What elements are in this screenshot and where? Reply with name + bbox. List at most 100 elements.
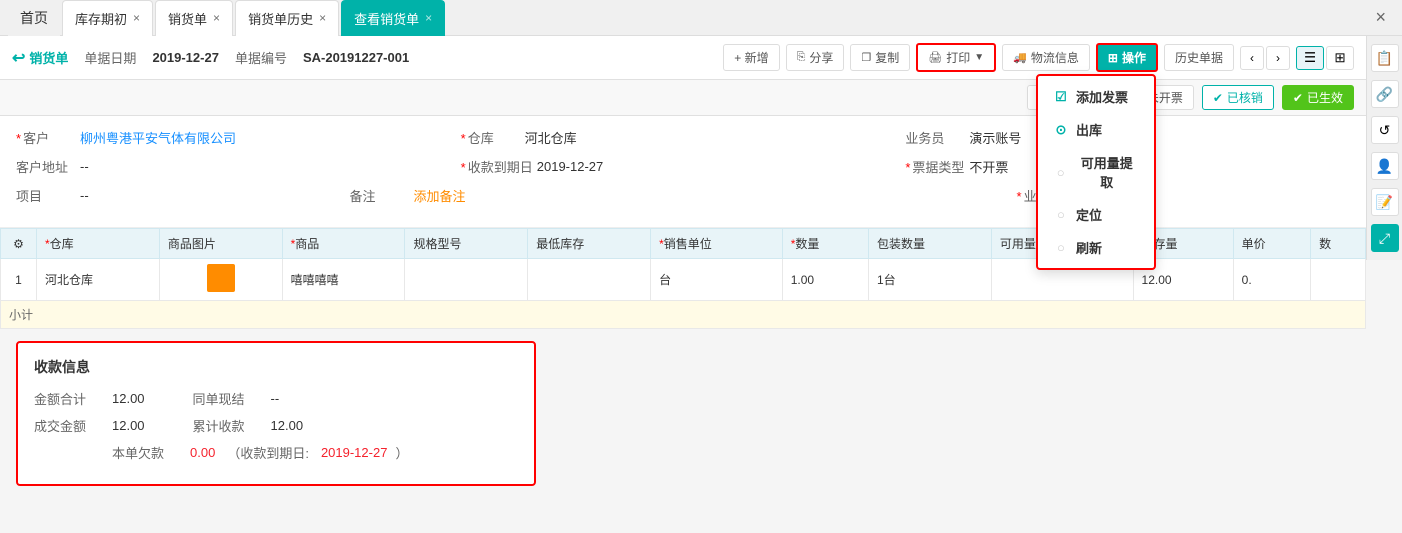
pagination-buttons: ‹ › [1240, 46, 1290, 70]
dropdown-item-outbound[interactable]: ⊙ 出库 [1038, 113, 1154, 146]
customer-value[interactable]: 柳州粤港平安气体有限公司 [80, 128, 236, 147]
due-date-bracket-close: ） [395, 443, 408, 462]
payment-item-amount: 金额合计 12.00 [34, 389, 145, 408]
tab-sales-close[interactable]: × [213, 11, 220, 25]
btn-history-label: 历史单据 [1175, 49, 1223, 66]
tab-sales[interactable]: 销货单 × [155, 0, 233, 36]
btn-copy-label: 复制 [875, 49, 899, 66]
right-btn-link[interactable]: 🔗 [1371, 80, 1399, 108]
customer-label: 客户 [16, 128, 76, 147]
btn-operate[interactable]: ⊞ 操作 ☑ 添加发票 ⊙ 出库 ○ [1096, 43, 1158, 72]
btn-new[interactable]: + 新增 [723, 44, 779, 71]
cell-pack-qty: 1台 [869, 259, 992, 301]
cell-amount [1311, 259, 1366, 301]
tab-inventory-close[interactable]: × [133, 11, 140, 25]
dropdown-outbound-label: 出库 [1076, 120, 1102, 139]
current-owe-label: 本单欠款 [112, 443, 182, 462]
total-received-value: 12.00 [271, 418, 304, 433]
dropdown-item-locate[interactable]: ○ 定位 [1038, 198, 1154, 231]
col-price: 单价 [1233, 229, 1310, 259]
right-btn-user[interactable]: 👤 [1371, 152, 1399, 180]
btn-share[interactable]: ⎘ 分享 [786, 44, 845, 71]
payment-title: 收款信息 [34, 357, 518, 377]
right-btn-note[interactable]: 📝 [1371, 188, 1399, 216]
btn-effective[interactable]: ✔ 已生效 [1282, 85, 1354, 110]
btn-history[interactable]: 历史单据 [1164, 44, 1234, 71]
warehouse-value: 河北仓库 [525, 128, 577, 147]
address-label: 客户地址 [16, 157, 76, 176]
right-btn-refresh[interactable]: ↺ [1371, 116, 1399, 144]
col-img: 商品图片 [159, 229, 282, 259]
dropdown-item-invoice[interactable]: ☑ 添加发票 [1038, 80, 1154, 113]
amount-label: 金额合计 [34, 389, 104, 408]
payment-info-box: 收款信息 金额合计 12.00 同单现结 -- 成交金额 12.00 累计收款 [16, 341, 536, 486]
table-row: 1 河北仓库 嘻嘻嘻嘻 台 1.00 1台 12.00 0. [1, 259, 1366, 301]
col-product: *商品 [282, 229, 405, 259]
tab-bar: 首页 库存期初 × 销货单 × 销货单历史 × 查看销货单 × × [0, 0, 1402, 36]
add-note-btn[interactable]: 添加备注 [414, 186, 466, 205]
cell-img [159, 259, 282, 301]
tab-view-sales-close[interactable]: × [425, 11, 432, 25]
btn-logistics[interactable]: 🚚 物流信息 [1002, 44, 1090, 71]
deal-amount-label: 成交金额 [34, 416, 104, 435]
payment-item-received: 累计收款 12.00 [193, 416, 304, 435]
btn-share-label: 分享 [809, 49, 833, 66]
btn-confirmed[interactable]: ✔ 已核销 [1202, 85, 1274, 110]
no-value: SA-20191227-001 [303, 50, 409, 65]
current-owe-value: 0.00 [190, 445, 215, 460]
col-gear[interactable]: ⚙ [1, 229, 37, 259]
radio-icon-outbound: ⊙ [1054, 123, 1068, 137]
btn-print[interactable]: 🖨 打印 ▼ [916, 43, 996, 72]
product-image [207, 264, 235, 292]
cell-min-stock [528, 259, 651, 301]
btn-copy[interactable]: ❐ 复制 [850, 44, 910, 71]
cell-product: 嘻嘻嘻嘻 [282, 259, 405, 301]
btn-print-label: 打印 [946, 49, 970, 66]
tab-sales-label: 销货单 [168, 9, 207, 28]
no-label: 单据编号 [235, 48, 287, 67]
checkbox-icon: ☑ [1054, 90, 1068, 104]
payment-date-label: 收款到期日 [461, 157, 533, 176]
amount-value: 12.00 [112, 391, 145, 406]
dropdown-item-available[interactable]: ○ 可用量提取 [1038, 146, 1154, 198]
tab-home[interactable]: 首页 [8, 0, 60, 36]
address-value: -- [80, 159, 89, 174]
toolbar-actions: + 新增 ⎘ 分享 ❐ 复制 🖨 打印 ▼ 🚚 物流信息 [723, 43, 1354, 72]
prev-page-button[interactable]: ‹ [1240, 46, 1264, 70]
tab-view-sales[interactable]: 查看销货单 × [341, 0, 445, 36]
payment-date-value: 2019-12-27 [537, 159, 604, 174]
note-label: 备注 [350, 186, 410, 205]
project-value: -- [80, 188, 89, 203]
grid-view-button[interactable]: ⊞ [1326, 46, 1354, 70]
view-toggle-buttons: ☰ ⊞ [1296, 46, 1354, 70]
tab-sales-history-close[interactable]: × [319, 11, 326, 25]
tab-inventory[interactable]: 库存期初 × [62, 0, 153, 36]
subtotal-row: 小计 [1, 301, 1366, 329]
field-warehouse: 仓库 河北仓库 [461, 128, 906, 147]
cell-spec [405, 259, 528, 301]
col-unit: *销售单位 [651, 229, 783, 259]
tab-sales-history[interactable]: 销货单历史 × [235, 0, 339, 36]
due-date-value: 2019-12-27 [321, 445, 388, 460]
radio-icon-locate: ○ [1054, 208, 1068, 222]
sales-table: ⚙ *仓库 商品图片 *商品 规格型号 最低库存 *销售单位 *数量 包装数量 … [0, 228, 1366, 329]
dropdown-available-label: 可用量提取 [1075, 153, 1138, 191]
tab-inventory-label: 库存期初 [75, 9, 127, 28]
payment-row-2: 成交金额 12.00 累计收款 12.00 [34, 416, 518, 435]
cell-price: 0. [1233, 259, 1310, 301]
list-view-button[interactable]: ☰ [1296, 46, 1324, 70]
warehouse-label: 仓库 [461, 128, 521, 147]
dropdown-item-refresh[interactable]: ○ 刷新 [1038, 231, 1154, 264]
date-value: 2019-12-27 [152, 50, 219, 65]
radio-icon-refresh: ○ [1054, 241, 1068, 255]
btn-effective-label: 已生效 [1307, 89, 1343, 106]
main-toolbar: ↩ 销货单 单据日期 2019-12-27 单据编号 SA-20191227-0… [0, 36, 1366, 80]
payment-row-3: 本单欠款 0.00 （收款到期日: 2019-12-27 ） [34, 443, 518, 462]
right-btn-expand[interactable]: ⤢ [1371, 224, 1399, 252]
right-btn-clipboard[interactable]: 📋 [1371, 44, 1399, 72]
next-page-button[interactable]: › [1266, 46, 1290, 70]
same-order-value: -- [271, 391, 280, 406]
window-close-button[interactable]: × [1367, 7, 1394, 28]
staff-value: 演示账号 [969, 128, 1021, 147]
due-date-bracket-open: （收款到期日: [227, 443, 309, 462]
